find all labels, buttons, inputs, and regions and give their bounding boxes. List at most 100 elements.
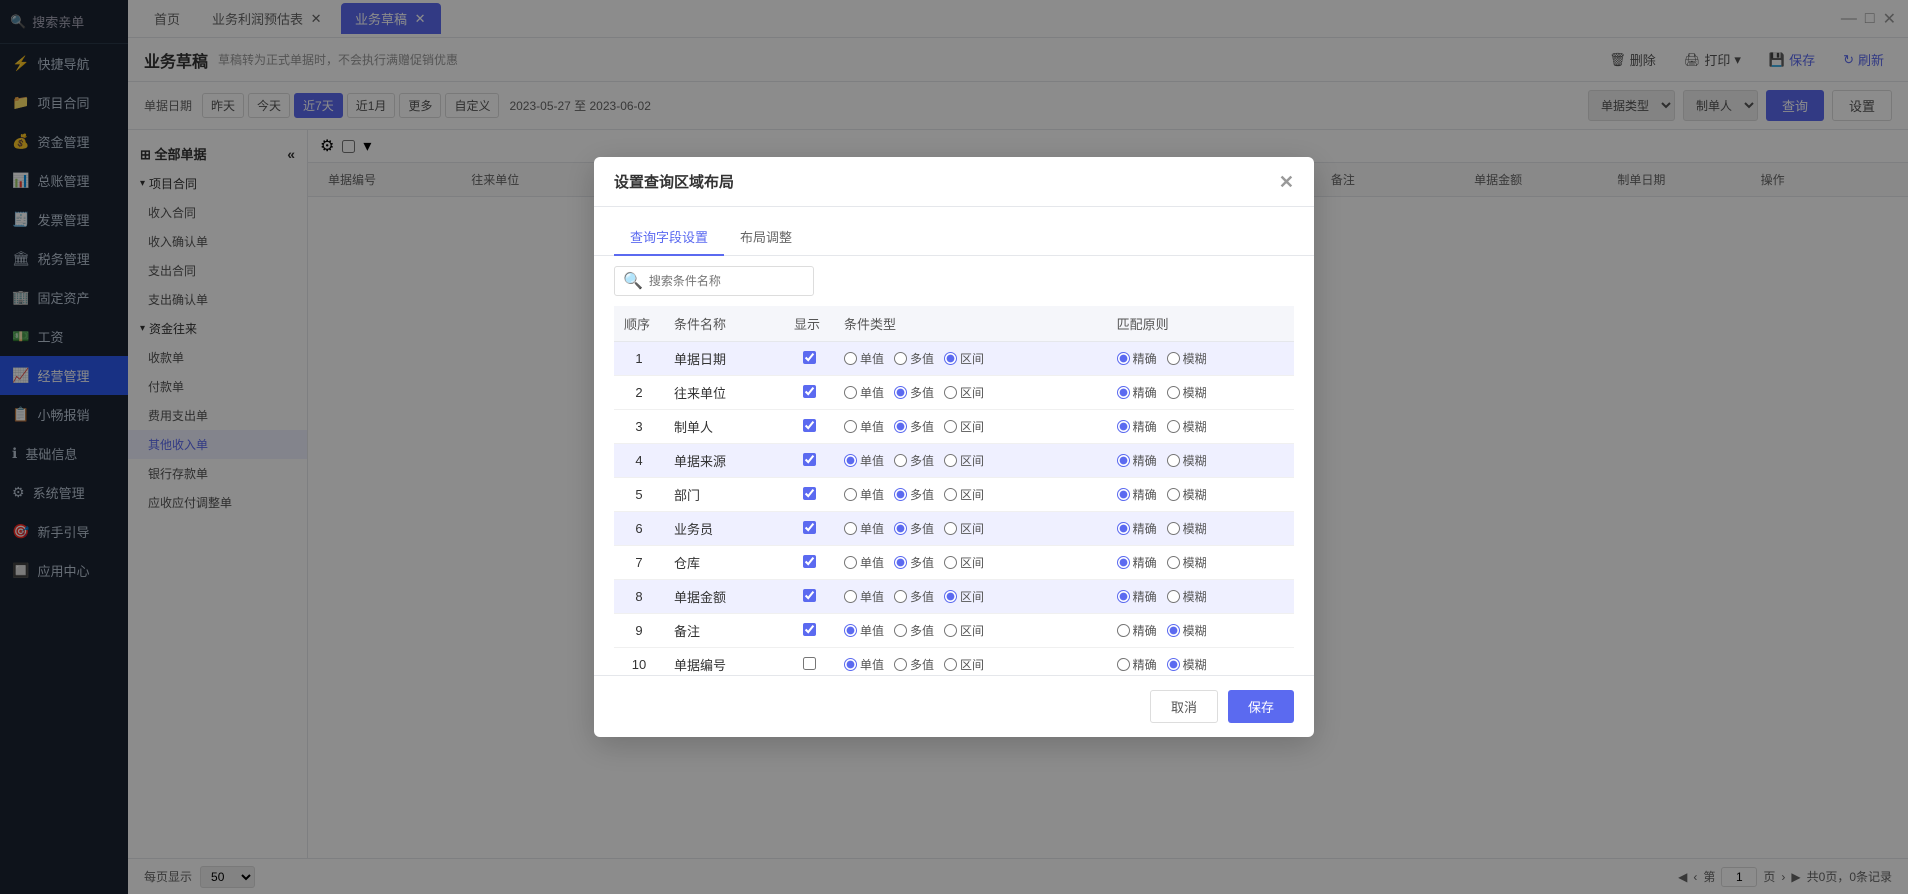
row-match-exact-5[interactable]: 精确 [1117,486,1157,503]
row-type-range-4[interactable]: 区间 [944,452,984,469]
row-type-single-7[interactable]: 单值 [844,554,884,571]
row-type-range-3[interactable]: 区间 [944,418,984,435]
row-type-multi-4[interactable]: 多值 [894,452,934,469]
row-show-checkbox-7[interactable] [794,555,824,571]
row-match-exact-1[interactable]: 精确 [1117,350,1157,367]
row-type-single-9[interactable]: 单值 [844,622,884,639]
row-show-checkbox-4[interactable] [794,453,824,469]
row-type-single-2[interactable]: 单值 [844,384,884,401]
row-match-fuzzy-10[interactable]: 模糊 [1167,656,1207,673]
row-seq-1: 1 [614,342,664,376]
row-match-fuzzy-4[interactable]: 模糊 [1167,452,1207,469]
row-type-multi-2[interactable]: 多值 [894,384,934,401]
row-show-checkbox-2[interactable] [794,385,824,401]
dialog-table-row: 3制单人单值多值区间精确模糊 [614,410,1294,444]
row-match-fuzzy-2[interactable]: 模糊 [1167,384,1207,401]
row-match-fuzzy-7[interactable]: 模糊 [1167,554,1207,571]
dialog-table-row: 10单据编号单值多值区间精确模糊 [614,648,1294,676]
row-show-checkbox-1[interactable] [794,351,824,367]
row-type-single-8[interactable]: 单值 [844,588,884,605]
row-match-fuzzy-8[interactable]: 模糊 [1167,588,1207,605]
checkbox-6[interactable] [803,521,816,534]
row-type-single-5[interactable]: 单值 [844,486,884,503]
checkbox-9[interactable] [803,623,816,636]
row-match-fuzzy-6[interactable]: 模糊 [1167,520,1207,537]
checkbox-5[interactable] [803,487,816,500]
row-match-exact-4[interactable]: 精确 [1117,452,1157,469]
row-type-single-10[interactable]: 单值 [844,656,884,673]
row-match-exact-3[interactable]: 精确 [1117,418,1157,435]
row-type-range-8[interactable]: 区间 [944,588,984,605]
row-type-group-1: 单值多值区间 [844,350,1097,367]
row-name-10: 单据编号 [664,648,784,676]
dialog-table-row: 7仓库 单值多值区间 精确模糊 [614,546,1294,580]
row-type-multi-5[interactable]: 多值 [894,486,934,503]
row-match-fuzzy-9[interactable]: 模糊 [1167,622,1207,639]
row-type-single-1[interactable]: 单值 [844,350,884,367]
row-match-exact-9[interactable]: 精确 [1117,622,1157,639]
dialog-close-button[interactable]: ✕ [1279,173,1294,191]
row-type-multi-3[interactable]: 多值 [894,418,934,435]
row-show-checkbox-3[interactable] [794,419,824,435]
row-show-checkbox-6[interactable] [794,521,824,537]
row-type-group-9: 单值多值区间 [844,622,1097,639]
dialog-save-button[interactable]: 保存 [1228,690,1294,723]
row-type-group-7: 单值多值区间 [844,554,1097,571]
row-seq-7: 7 [614,546,664,580]
row-match-fuzzy-5[interactable]: 模糊 [1167,486,1207,503]
checkbox-10[interactable] [803,657,816,670]
cancel-button[interactable]: 取消 [1150,690,1218,723]
row-match-exact-8[interactable]: 精确 [1117,588,1157,605]
row-match-exact-6[interactable]: 精确 [1117,520,1157,537]
row-show-checkbox-10[interactable] [794,657,824,673]
dialog-search-box[interactable]: 🔍 [614,266,814,296]
row-type-multi-9[interactable]: 多值 [894,622,934,639]
row-show-checkbox-8[interactable] [794,589,824,605]
dialog-col-条件类型: 条件类型 [834,306,1107,342]
checkbox-4[interactable] [803,453,816,466]
row-name-7: 仓库 [664,546,784,580]
row-seq-2: 2 [614,376,664,410]
settings-dialog: 设置查询区域布局 ✕ 查询字段设置布局调整 🔍 顺序条件名称显示条件类型匹配原则… [594,157,1314,737]
row-type-range-5[interactable]: 区间 [944,486,984,503]
checkbox-8[interactable] [803,589,816,602]
dialog-tab-layout-adjust[interactable]: 布局调整 [724,219,808,256]
modal-overlay: 设置查询区域布局 ✕ 查询字段设置布局调整 🔍 顺序条件名称显示条件类型匹配原则… [0,0,1908,894]
row-type-multi-7[interactable]: 多值 [894,554,934,571]
checkbox-1[interactable] [803,351,816,364]
row-type-range-2[interactable]: 区间 [944,384,984,401]
checkbox-3[interactable] [803,419,816,432]
row-show-checkbox-5[interactable] [794,487,824,503]
checkbox-7[interactable] [803,555,816,568]
row-type-single-6[interactable]: 单值 [844,520,884,537]
row-type-group-10: 单值多值区间 [844,656,1097,673]
row-type-multi-8[interactable]: 多值 [894,588,934,605]
row-match-exact-7[interactable]: 精确 [1117,554,1157,571]
row-match-group-9: 精确模糊 [1117,622,1284,639]
row-type-range-9[interactable]: 区间 [944,622,984,639]
row-seq-3: 3 [614,410,664,444]
row-type-range-10[interactable]: 区间 [944,656,984,673]
row-type-range-6[interactable]: 区间 [944,520,984,537]
row-type-single-3[interactable]: 单值 [844,418,884,435]
row-show-checkbox-9[interactable] [794,623,824,639]
row-type-multi-10[interactable]: 多值 [894,656,934,673]
row-type-multi-6[interactable]: 多值 [894,520,934,537]
row-match-fuzzy-3[interactable]: 模糊 [1167,418,1207,435]
row-match-fuzzy-1[interactable]: 模糊 [1167,350,1207,367]
dialog-search-icon: 🔍 [623,271,643,291]
row-type-multi-1[interactable]: 多值 [894,350,934,367]
dialog-col-条件名称: 条件名称 [664,306,784,342]
dialog-tab-field-settings[interactable]: 查询字段设置 [614,219,724,256]
row-type-range-7[interactable]: 区间 [944,554,984,571]
row-type-group-8: 单值多值区间 [844,588,1097,605]
row-match-exact-2[interactable]: 精确 [1117,384,1157,401]
dialog-search-input[interactable] [649,274,805,288]
dialog-table-row: 5部门单值多值区间精确模糊 [614,478,1294,512]
row-match-exact-10[interactable]: 精确 [1117,656,1157,673]
dialog-col-顺序: 顺序 [614,306,664,342]
row-seq-4: 4 [614,444,664,478]
row-type-range-1[interactable]: 区间 [944,350,984,367]
row-type-single-4[interactable]: 单值 [844,452,884,469]
checkbox-2[interactable] [803,385,816,398]
